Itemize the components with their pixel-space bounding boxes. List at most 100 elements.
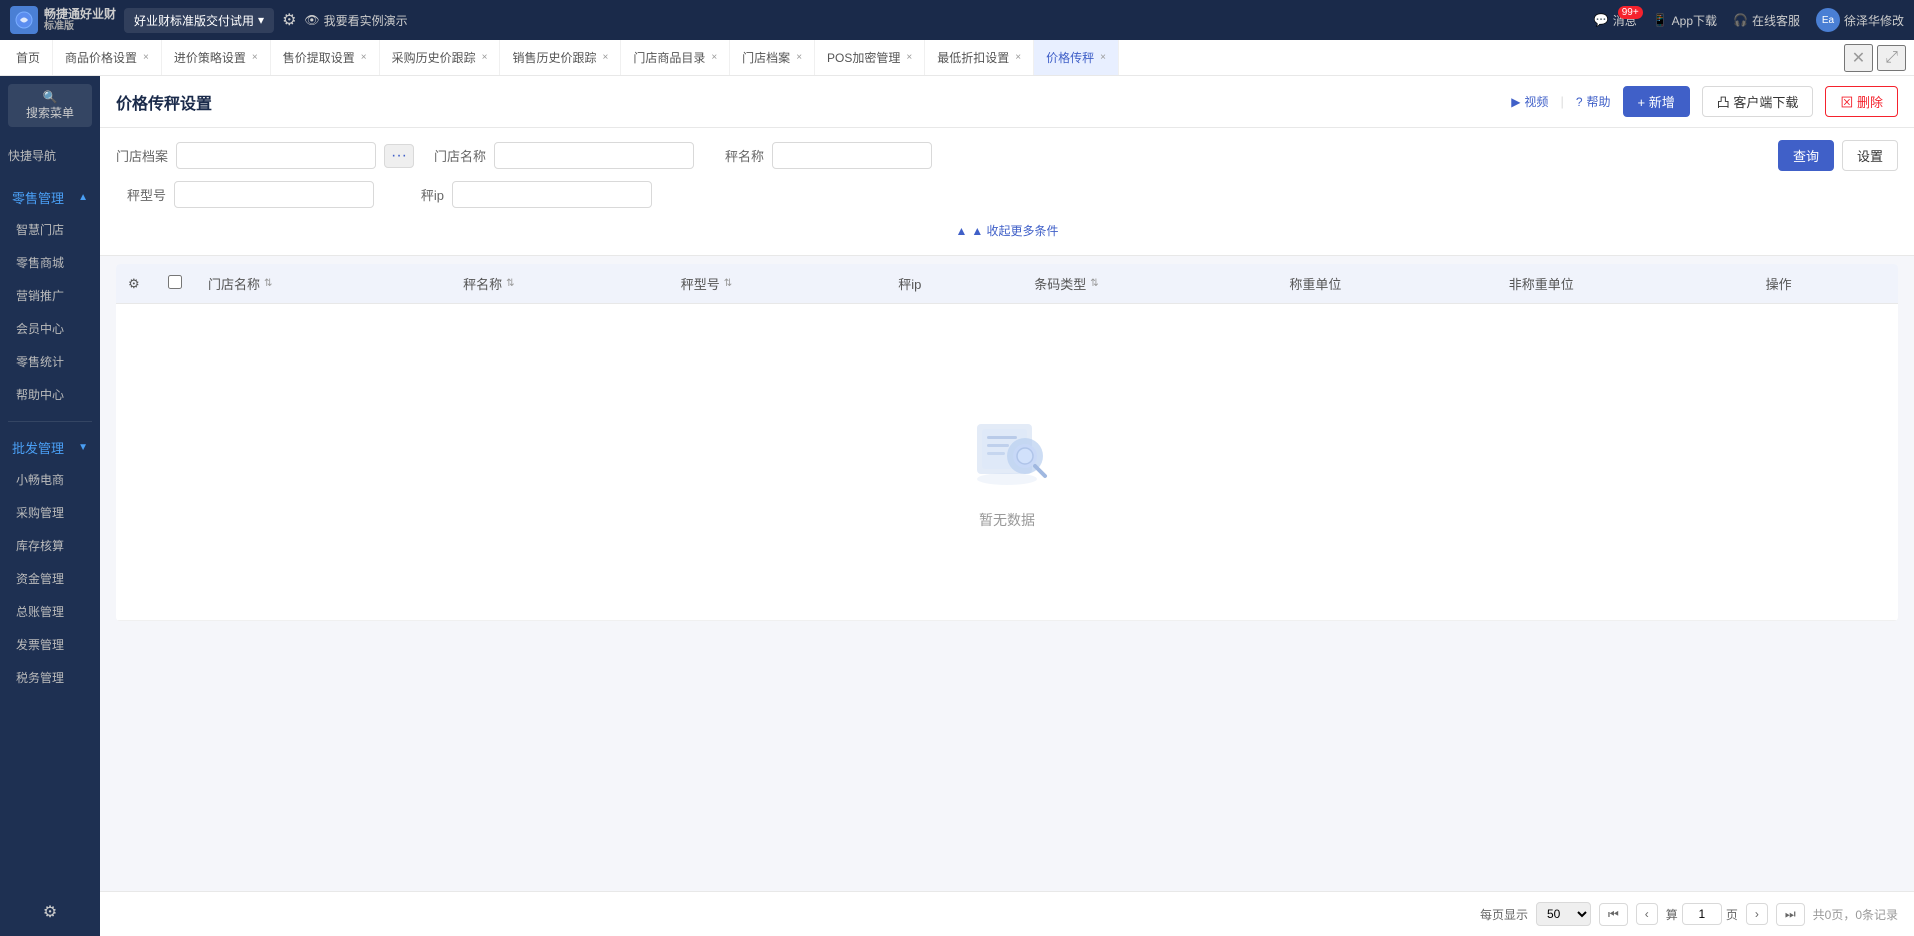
tab-home[interactable]: 首页 xyxy=(4,40,53,76)
pagination-total-info: 共0页，0条记录 xyxy=(1813,906,1898,923)
page-number-input[interactable] xyxy=(1682,903,1722,925)
sort-icon: ⇅ xyxy=(264,278,272,289)
sidebar-bottom: ⚙ xyxy=(0,888,100,936)
tab-store-archive[interactable]: 门店档案 × xyxy=(730,40,815,76)
close-icon[interactable]: × xyxy=(1015,52,1021,63)
table-head: ⚙ 门店名称 ⇅ 秤名称 xyxy=(116,264,1898,304)
th-operations: 操作 xyxy=(1754,264,1898,304)
sidebar-item-retail-stats[interactable]: 零售统计 xyxy=(8,345,92,378)
settings-icon[interactable]: ⚙ xyxy=(128,276,140,291)
store-archive-dots-button[interactable]: ··· xyxy=(384,144,414,168)
pagination-first-button[interactable]: ⏮ xyxy=(1599,903,1628,926)
per-page-select[interactable]: 20 50 100 xyxy=(1536,902,1591,926)
sidebar-search-section: 🔍 搜索菜单 xyxy=(0,76,100,135)
page-header: 价格传秤设置 ▶ 视频 | ? 帮助 + 新增 凸 客户端下载 ⊠ xyxy=(100,76,1914,128)
sidebar-item-invoice[interactable]: 发票管理 xyxy=(8,628,92,661)
online-service-button[interactable]: 🎧 在线客服 xyxy=(1733,12,1800,29)
scale-ip-item: 秤ip xyxy=(394,181,652,208)
sidebar-item-smart-store[interactable]: 智慧门店 xyxy=(8,213,92,246)
tab-sales-history[interactable]: 销售历史价跟踪 × xyxy=(500,40,621,76)
sidebar-item-marketing[interactable]: 营销推广 xyxy=(8,279,92,312)
close-icon[interactable]: × xyxy=(602,52,608,63)
close-icon[interactable]: × xyxy=(906,52,912,63)
sidebar-item-help[interactable]: 帮助中心 xyxy=(8,378,92,411)
store-archive-input[interactable] xyxy=(176,142,376,169)
version-selector-text: 好业财标准版交付试用 xyxy=(134,12,254,29)
messages-button[interactable]: 💬 消息 99+ xyxy=(1594,12,1637,29)
app-title: 畅捷通好业财 标准版 xyxy=(44,7,116,33)
scale-model-item: 秤型号 xyxy=(116,181,374,208)
scale-name-item: 秤名称 xyxy=(714,142,932,169)
expand-tab-button[interactable]: ⤢ xyxy=(1877,45,1906,71)
sidebar-item-ecommerce[interactable]: 小畅电商 xyxy=(8,463,92,496)
search-form-row2: 秤型号 秤ip xyxy=(116,181,1898,208)
search-icon: 🔍 xyxy=(43,90,58,104)
settings-icon[interactable]: ⚙ xyxy=(282,10,296,30)
scale-ip-input[interactable] xyxy=(452,181,652,208)
store-archive-label: 门店档案 xyxy=(116,146,168,165)
sidebar-item-accounting[interactable]: 总账管理 xyxy=(8,595,92,628)
demo-button[interactable]: 👁 我要看实例演示 xyxy=(304,12,407,29)
tab-purchase-strategy[interactable]: 进价策略设置 × xyxy=(162,40,271,76)
sort-icon: ⇅ xyxy=(506,278,514,289)
eye-icon: 👁 xyxy=(304,13,319,27)
tab-product-price[interactable]: 商品价格设置 × xyxy=(53,40,162,76)
tab-min-discount[interactable]: 最低折扣设置 × xyxy=(925,40,1034,76)
sidebar-settings-icon[interactable]: ⚙ xyxy=(8,896,92,928)
delete-button[interactable]: ⊠ 删除 xyxy=(1825,86,1898,117)
th-store-name: 门店名称 ⇅ xyxy=(196,264,451,304)
video-link[interactable]: ▶ 视频 xyxy=(1511,93,1548,110)
close-icon[interactable]: × xyxy=(143,52,149,63)
scale-model-input[interactable] xyxy=(174,181,374,208)
tab-store-catalog[interactable]: 门店商品目录 × xyxy=(621,40,730,76)
tab-price-scale[interactable]: 价格传秤 × xyxy=(1034,40,1119,76)
app-logo-icon xyxy=(10,6,38,34)
pagination-last-button[interactable]: ⏭ xyxy=(1776,903,1805,926)
sidebar-item-retail-mall[interactable]: 零售商城 xyxy=(8,246,92,279)
version-selector[interactable]: 好业财标准版交付试用 ▾ xyxy=(124,8,274,33)
app-download-label: App下载 xyxy=(1672,12,1717,29)
sidebar-item-tax[interactable]: 税务管理 xyxy=(8,661,92,694)
pagination-next-button[interactable]: › xyxy=(1746,903,1768,925)
sidebar-wholesale-header[interactable]: 批发管理 ▼ xyxy=(8,432,92,463)
sidebar-item-finance[interactable]: 资金管理 xyxy=(8,562,92,595)
avatar: Ea xyxy=(1816,8,1840,32)
tab-pos-management[interactable]: POS加密管理 × xyxy=(815,40,925,76)
chevron-up-icon: ▲ xyxy=(955,224,967,238)
sidebar-item-members[interactable]: 会员中心 xyxy=(8,312,92,345)
scale-ip-label: 秤ip xyxy=(394,185,444,204)
close-icon[interactable]: × xyxy=(252,52,258,63)
user-menu[interactable]: Ea 徐泽华修改 xyxy=(1816,8,1904,32)
page-header-actions: ▶ 视频 | ? 帮助 + 新增 凸 客户端下载 ⊠ 删除 xyxy=(1511,86,1898,117)
sidebar-retail-header[interactable]: 零售管理 ▲ xyxy=(8,182,92,213)
download-client-button[interactable]: 凸 客户端下载 xyxy=(1702,86,1814,117)
store-name-input[interactable] xyxy=(494,142,694,169)
th-barcode-type: 条码类型 ⇅ xyxy=(1022,264,1277,304)
search-menu-label: 搜索菜单 xyxy=(26,106,74,120)
close-tab-button[interactable]: ✕ xyxy=(1844,44,1873,72)
app-download-button[interactable]: 📱 App下载 xyxy=(1653,12,1717,29)
close-icon[interactable]: × xyxy=(711,52,717,63)
add-button[interactable]: + 新增 xyxy=(1623,86,1690,117)
tab-sale-extract[interactable]: 售价提取设置 × xyxy=(271,40,380,76)
collapse-button[interactable]: ▲ ▲ 收起更多条件 xyxy=(955,218,1058,243)
close-icon[interactable]: × xyxy=(1100,52,1106,63)
table-header-row: ⚙ 门店名称 ⇅ 秤名称 xyxy=(116,264,1898,304)
tab-purchase-history[interactable]: 采购历史价跟踪 × xyxy=(380,40,501,76)
demo-label: 我要看实例演示 xyxy=(324,12,408,29)
pagination-prev-button[interactable]: ‹ xyxy=(1636,903,1658,925)
query-button[interactable]: 查询 xyxy=(1778,140,1834,171)
search-menu-button[interactable]: 🔍 搜索菜单 xyxy=(8,84,92,127)
settings-form-button[interactable]: 设置 xyxy=(1842,140,1898,171)
help-link[interactable]: ? 帮助 xyxy=(1576,93,1611,110)
sidebar-item-inventory[interactable]: 库存核算 xyxy=(8,529,92,562)
chevron-up-icon: ▲ xyxy=(78,192,88,203)
sidebar-item-quick-nav[interactable]: 快捷导航 xyxy=(0,139,100,172)
close-icon[interactable]: × xyxy=(361,52,367,63)
select-all-checkbox[interactable] xyxy=(168,275,182,289)
close-icon[interactable]: × xyxy=(796,52,802,63)
sidebar-item-purchase[interactable]: 采购管理 xyxy=(8,496,92,529)
close-icon[interactable]: × xyxy=(482,52,488,63)
store-name-label: 门店名称 xyxy=(434,146,486,165)
scale-name-input[interactable] xyxy=(772,142,932,169)
